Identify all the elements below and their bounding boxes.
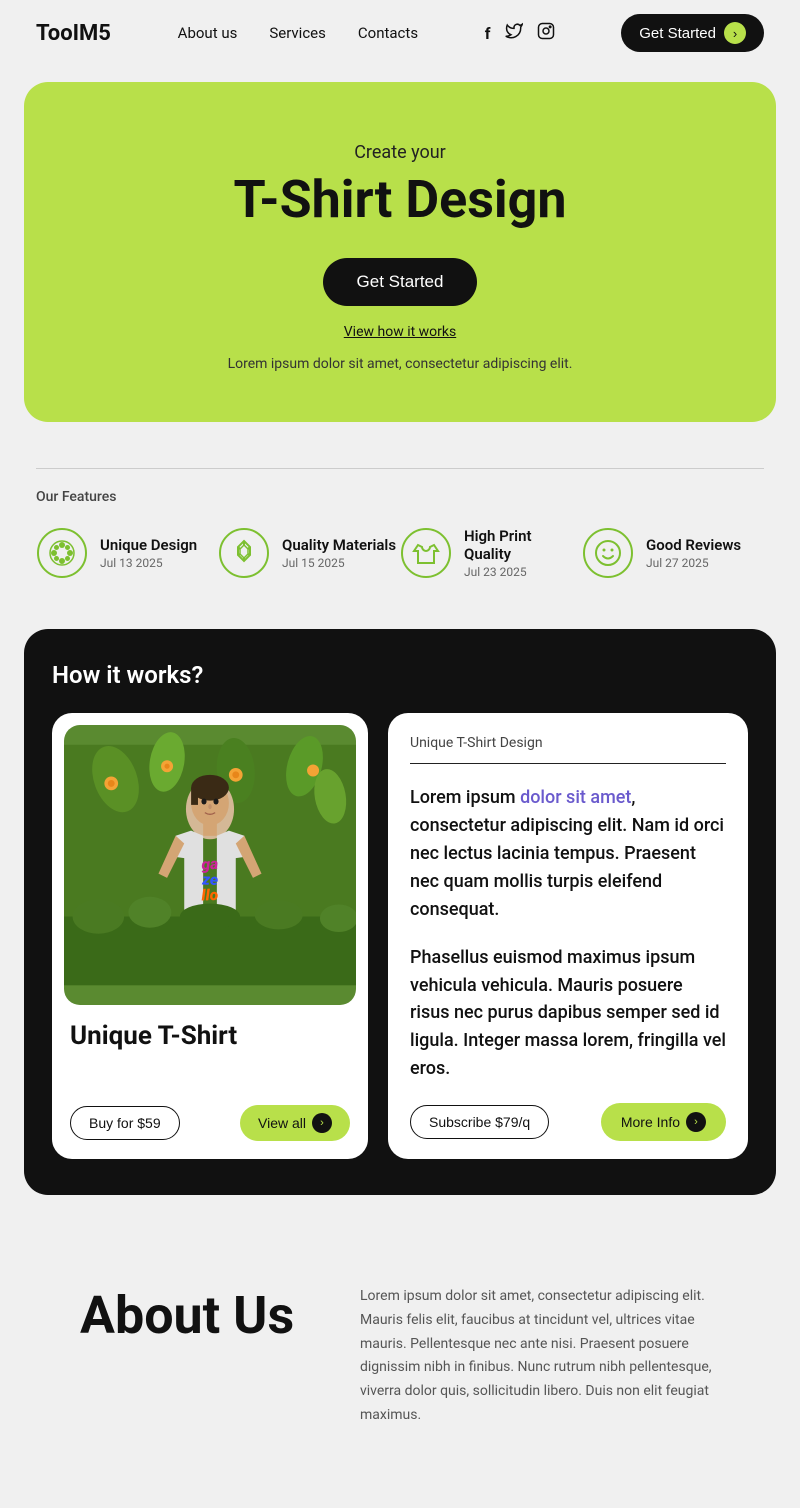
navbar: TooIM5 About us Services Contacts f Get … — [0, 0, 800, 66]
info-card-text2: Phasellus euismod maximus ipsum vehicula… — [410, 944, 726, 1083]
hero-title: T-Shirt Design — [64, 171, 736, 228]
feature-unique-design-date: Jul 13 2025 — [100, 556, 197, 570]
product-card: ga ze llo — [52, 713, 368, 1159]
high-print-quality-icon — [400, 527, 452, 579]
hero-view-link[interactable]: View how it works — [64, 324, 736, 340]
info-card: Unique T-Shirt Design Lorem ipsum dolor … — [388, 713, 748, 1159]
nav-links: About us Services Contacts — [178, 24, 418, 42]
how-it-works-section: How it works? — [24, 629, 776, 1195]
product-title: Unique T-Shirt — [70, 1021, 350, 1067]
buy-button[interactable]: Buy for $59 — [70, 1106, 180, 1140]
feature-high-print-quality-date: Jul 23 2025 — [464, 565, 582, 579]
twitter-icon[interactable] — [505, 22, 523, 45]
how-cards: ga ze llo — [52, 713, 748, 1159]
more-info-arrow-icon: › — [686, 1112, 706, 1132]
product-photo: ga ze llo — [64, 725, 356, 1005]
nav-about[interactable]: About us — [178, 24, 238, 42]
subscribe-button[interactable]: Subscribe $79/q — [410, 1105, 549, 1139]
hero-section: Create your T-Shirt Design Get Started V… — [24, 82, 776, 422]
feature-high-print-quality: High Print Quality Jul 23 2025 — [400, 527, 582, 579]
features-divider — [36, 468, 764, 469]
instagram-icon[interactable] — [537, 22, 555, 45]
feature-quality-materials-date: Jul 15 2025 — [282, 556, 396, 570]
info-card-divider — [410, 763, 726, 764]
feature-unique-design-title: Unique Design — [100, 536, 197, 554]
feature-good-reviews-date: Jul 27 2025 — [646, 556, 741, 570]
info-card-actions: Subscribe $79/q More Info › — [410, 1103, 726, 1141]
hero-get-started-button[interactable]: Get Started — [323, 258, 478, 306]
feature-high-print-quality-info: High Print Quality Jul 23 2025 — [464, 527, 582, 579]
unique-design-icon — [36, 527, 88, 579]
feature-good-reviews-title: Good Reviews — [646, 536, 741, 554]
good-reviews-icon — [582, 527, 634, 579]
info-card-label: Unique T-Shirt Design — [410, 735, 726, 751]
about-text: Lorem ipsum dolor sit amet, consectetur … — [360, 1285, 720, 1428]
logo: TooIM5 — [36, 21, 111, 46]
feature-unique-design: Unique Design Jul 13 2025 — [36, 527, 218, 579]
hero-subtitle: Create your — [64, 142, 736, 163]
about-section: About Us Lorem ipsum dolor sit amet, con… — [0, 1225, 800, 1508]
features-section: Our Features Unique Design Jul 13 2025 — [0, 438, 800, 599]
feature-quality-materials-info: Quality Materials Jul 15 2025 — [282, 536, 396, 570]
hero-description: Lorem ipsum dolor sit amet, consectetur … — [64, 356, 736, 372]
get-started-nav-button[interactable]: Get Started › — [621, 14, 764, 52]
svg-text:llo: llo — [201, 886, 219, 905]
colored-text: dolor sit amet — [520, 787, 631, 808]
product-image: ga ze llo — [64, 725, 356, 1005]
feature-high-print-quality-title: High Print Quality — [464, 527, 582, 563]
card-actions: Buy for $59 View all › — [70, 1105, 350, 1141]
product-image-container: ga ze llo — [64, 725, 356, 1005]
facebook-icon[interactable]: f — [485, 24, 491, 43]
feature-good-reviews: Good Reviews Jul 27 2025 — [582, 527, 764, 579]
nav-contacts[interactable]: Contacts — [358, 24, 418, 42]
feature-good-reviews-info: Good Reviews Jul 27 2025 — [646, 536, 741, 570]
cta-arrow-icon: › — [724, 22, 746, 44]
view-all-button[interactable]: View all › — [240, 1105, 350, 1141]
view-all-arrow-icon: › — [312, 1113, 332, 1133]
how-title: How it works? — [52, 661, 748, 689]
info-card-text1: Lorem ipsum dolor sit amet, consectetur … — [410, 784, 726, 923]
nav-services[interactable]: Services — [269, 24, 326, 42]
feature-quality-materials: Quality Materials Jul 15 2025 — [218, 527, 400, 579]
quality-materials-icon — [218, 527, 270, 579]
more-info-button[interactable]: More Info › — [601, 1103, 726, 1141]
feature-unique-design-info: Unique Design Jul 13 2025 — [100, 536, 197, 570]
features-label: Our Features — [36, 489, 764, 505]
social-links: f — [485, 22, 555, 45]
card-content: Unique T-Shirt Buy for $59 View all › — [52, 1005, 368, 1159]
about-title: About Us — [80, 1285, 320, 1346]
feature-quality-materials-title: Quality Materials — [282, 536, 396, 554]
features-grid: Unique Design Jul 13 2025 Quality Materi… — [36, 527, 764, 579]
